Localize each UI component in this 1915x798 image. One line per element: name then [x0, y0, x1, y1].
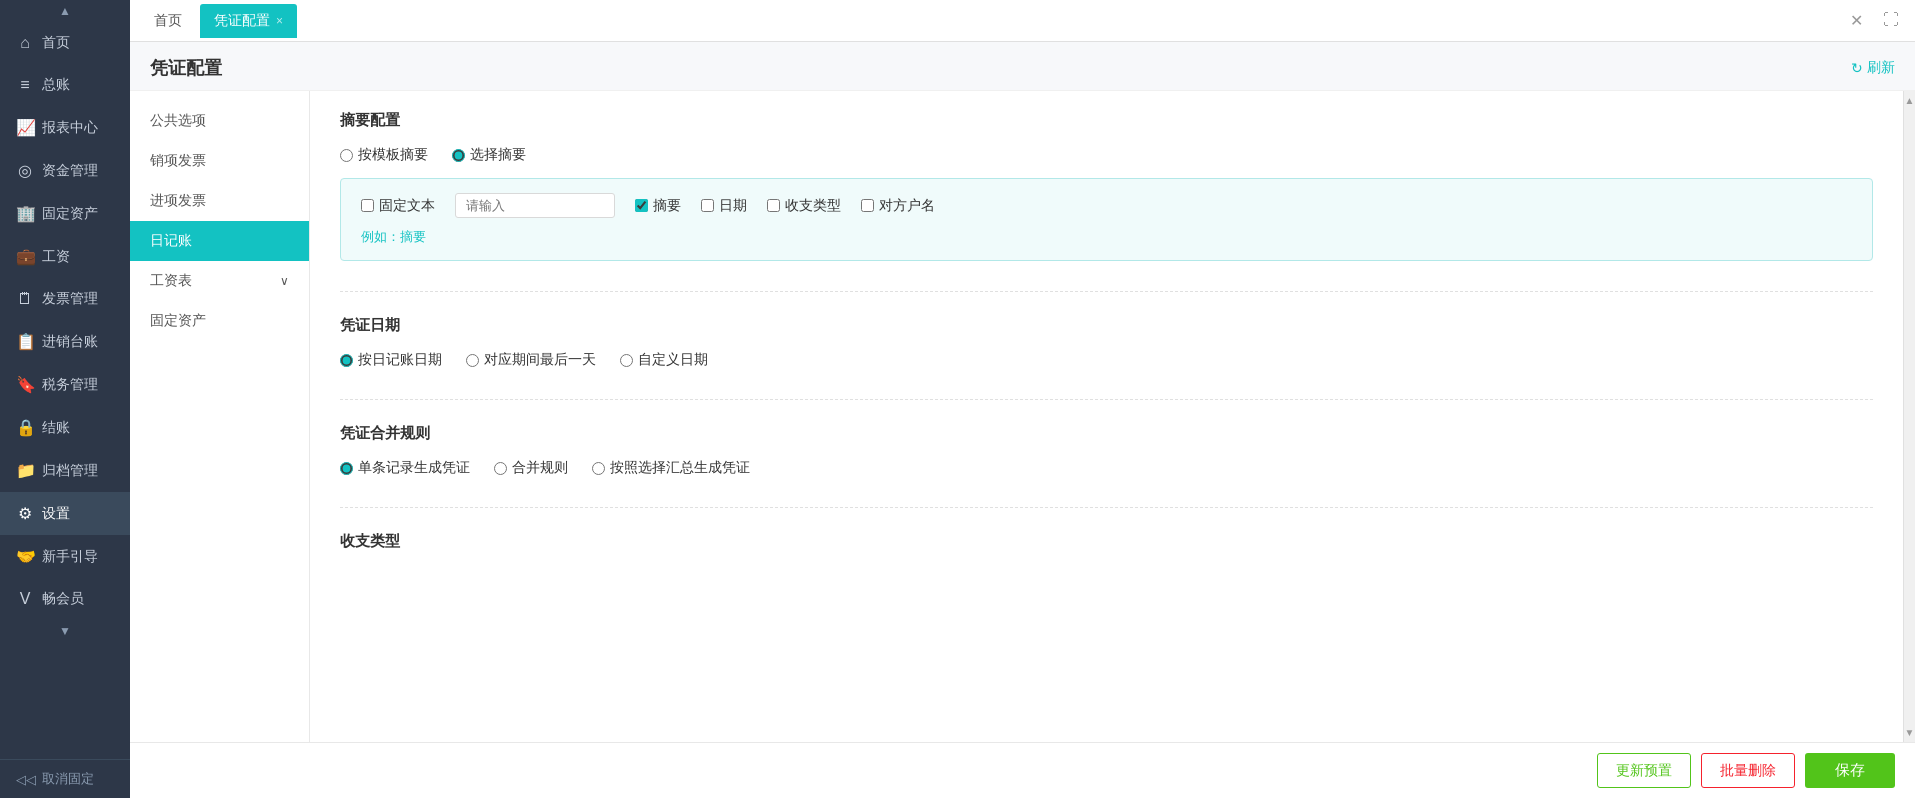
content-area: 凭证配置 ↻ 刷新 公共选项 销项发票 进项发票 日记账 — [130, 42, 1915, 798]
save-button[interactable]: 保存 — [1805, 753, 1895, 788]
sidebar-unpin-button[interactable]: ◁◁ 取消固定 — [0, 759, 130, 798]
fixed-assets-icon: 🏢 — [16, 204, 34, 223]
voucher-merge-title: 凭证合并规则 — [340, 424, 1873, 443]
left-nav: 公共选项 销项发票 进项发票 日记账 工资表 ∨ 固定资产 — [130, 91, 310, 742]
left-nav-sales-invoice[interactable]: 销项发票 — [130, 141, 309, 181]
sidebar-item-invoice-mgmt[interactable]: 🗒 发票管理 — [0, 278, 130, 320]
payroll-icon: 💼 — [16, 247, 34, 266]
divider-3 — [340, 507, 1873, 508]
body-layout: 公共选项 销项发票 进项发票 日记账 工资表 ∨ 固定资产 — [130, 91, 1915, 742]
refresh-icon: ↻ — [1851, 60, 1863, 76]
member-icon: V — [16, 590, 34, 608]
guide-icon: 🤝 — [16, 547, 34, 566]
voucher-merge-radio-group: 单条记录生成凭证 合并规则 按照选择汇总生成凭证 — [340, 459, 1873, 477]
voucher-date-section: 凭证日期 按日记账日期 对应期间最后一天 — [340, 316, 1873, 369]
window-close-button[interactable]: ✕ — [1844, 9, 1869, 32]
checkbox-income-type[interactable]: 收支类型 — [767, 197, 841, 215]
right-content: 摘要配置 按模板摘要 选择摘要 — [310, 91, 1903, 742]
radio-by-journal-date[interactable]: 按日记账日期 — [340, 351, 442, 369]
radio-single-record[interactable]: 单条记录生成凭证 — [340, 459, 470, 477]
archive-icon: 📁 — [16, 461, 34, 480]
tab-bar-actions: ✕ ⛶ — [1844, 9, 1905, 32]
ledger-icon: ≡ — [16, 76, 34, 94]
sidebar-scroll-down[interactable]: ▼ — [0, 620, 130, 642]
divider-2 — [340, 399, 1873, 400]
sidebar-item-ledger[interactable]: ≡ 总账 — [0, 64, 130, 106]
sidebar-item-funds[interactable]: ◎ 资金管理 — [0, 149, 130, 192]
fixed-text-input[interactable] — [455, 193, 615, 218]
batch-delete-button[interactable]: 批量删除 — [1701, 753, 1795, 788]
left-nav-purchase-invoice[interactable]: 进项发票 — [130, 181, 309, 221]
right-scrollbar: ▲ ▼ — [1903, 91, 1915, 742]
radio-summary-gen[interactable]: 按照选择汇总生成凭证 — [592, 459, 750, 477]
sidebar-item-guide[interactable]: 🤝 新手引导 — [0, 535, 130, 578]
income-type-section: 收支类型 — [340, 532, 1873, 551]
chevron-down-icon: ∨ — [280, 274, 289, 288]
pin-icon: ◁◁ — [16, 772, 36, 787]
sidebar-item-sales-ledger[interactable]: 📋 进销台账 — [0, 320, 130, 363]
summary-config-title: 摘要配置 — [340, 111, 1873, 130]
tab-voucher-config[interactable]: 凭证配置 × — [200, 4, 297, 38]
tax-icon: 🔖 — [16, 375, 34, 394]
home-icon: ⌂ — [16, 34, 34, 52]
sidebar: ▲ ⌂ 首页 ≡ 总账 📈 报表中心 ◎ 资金管理 🏢 固定资产 💼 工资 🗒 … — [0, 0, 130, 798]
summary-config-section: 摘要配置 按模板摘要 选择摘要 — [340, 111, 1873, 261]
update-preview-button[interactable]: 更新预置 — [1597, 753, 1691, 788]
example-text: 例如：摘要 — [361, 228, 1852, 246]
sidebar-scroll-area: ▲ ⌂ 首页 ≡ 总账 📈 报表中心 ◎ 资金管理 🏢 固定资产 💼 工资 🗒 … — [0, 0, 130, 759]
checkbox-summary[interactable]: 摘要 — [635, 197, 681, 215]
tab-close-button[interactable]: × — [276, 14, 283, 28]
funds-icon: ◎ — [16, 161, 34, 180]
radio-merge-rule[interactable]: 合并规则 — [494, 459, 568, 477]
scroll-down-button[interactable]: ▼ — [1904, 723, 1915, 742]
sidebar-item-archive[interactable]: 📁 归档管理 — [0, 449, 130, 492]
radio-custom-date[interactable]: 自定义日期 — [620, 351, 708, 369]
sales-ledger-icon: 📋 — [16, 332, 34, 351]
scroll-up-button[interactable]: ▲ — [1904, 91, 1915, 110]
close-accounts-icon: 🔒 — [16, 418, 34, 437]
voucher-merge-section: 凭证合并规则 单条记录生成凭证 合并规则 — [340, 424, 1873, 477]
checkbox-counterparty[interactable]: 对方户名 — [861, 197, 935, 215]
summary-checkbox-row: 固定文本 摘要 日期 — [361, 193, 1852, 218]
left-nav-payroll-table[interactable]: 工资表 ∨ — [130, 261, 309, 301]
radio-template-summary[interactable]: 按模板摘要 — [340, 146, 428, 164]
summary-type-radio-group: 按模板摘要 选择摘要 — [340, 146, 1873, 164]
summary-config-box: 固定文本 摘要 日期 — [340, 178, 1873, 261]
sidebar-scroll-up[interactable]: ▲ — [0, 0, 130, 22]
report-icon: 📈 — [16, 118, 34, 137]
checkbox-fixed-text[interactable]: 固定文本 — [361, 197, 435, 215]
left-nav-public[interactable]: 公共选项 — [130, 101, 309, 141]
refresh-button[interactable]: ↻ 刷新 — [1851, 59, 1895, 77]
sidebar-item-tax[interactable]: 🔖 税务管理 — [0, 363, 130, 406]
checkbox-date[interactable]: 日期 — [701, 197, 747, 215]
page-title: 凭证配置 — [150, 56, 222, 80]
voucher-date-radio-group: 按日记账日期 对应期间最后一天 自定义日期 — [340, 351, 1873, 369]
radio-select-summary[interactable]: 选择摘要 — [452, 146, 526, 164]
income-type-title: 收支类型 — [340, 532, 1873, 551]
window-maximize-button[interactable]: ⛶ — [1877, 9, 1905, 32]
sidebar-item-fixed-assets[interactable]: 🏢 固定资产 — [0, 192, 130, 235]
left-nav-journal[interactable]: 日记账 — [130, 221, 309, 261]
voucher-date-title: 凭证日期 — [340, 316, 1873, 335]
sidebar-item-member[interactable]: V 畅会员 — [0, 578, 130, 620]
tab-bar: 首页 凭证配置 × ✕ ⛶ — [130, 0, 1915, 42]
main-area: 首页 凭证配置 × ✕ ⛶ 凭证配置 ↻ 刷新 公共选项 — [130, 0, 1915, 798]
invoice-mgmt-icon: 🗒 — [16, 290, 34, 308]
tab-home[interactable]: 首页 — [140, 4, 196, 38]
radio-last-day[interactable]: 对应期间最后一天 — [466, 351, 596, 369]
settings-icon: ⚙ — [16, 504, 34, 523]
divider-1 — [340, 291, 1873, 292]
sidebar-item-close[interactable]: 🔒 结账 — [0, 406, 130, 449]
sidebar-item-settings[interactable]: ⚙ 设置 — [0, 492, 130, 535]
bottom-action-bar: 更新预置 批量删除 保存 — [130, 742, 1915, 798]
page-header: 凭证配置 ↻ 刷新 — [130, 42, 1915, 91]
sidebar-item-home[interactable]: ⌂ 首页 — [0, 22, 130, 64]
left-nav-fixed-assets[interactable]: 固定资产 — [130, 301, 309, 341]
sidebar-item-report[interactable]: 📈 报表中心 — [0, 106, 130, 149]
sidebar-item-payroll[interactable]: 💼 工资 — [0, 235, 130, 278]
